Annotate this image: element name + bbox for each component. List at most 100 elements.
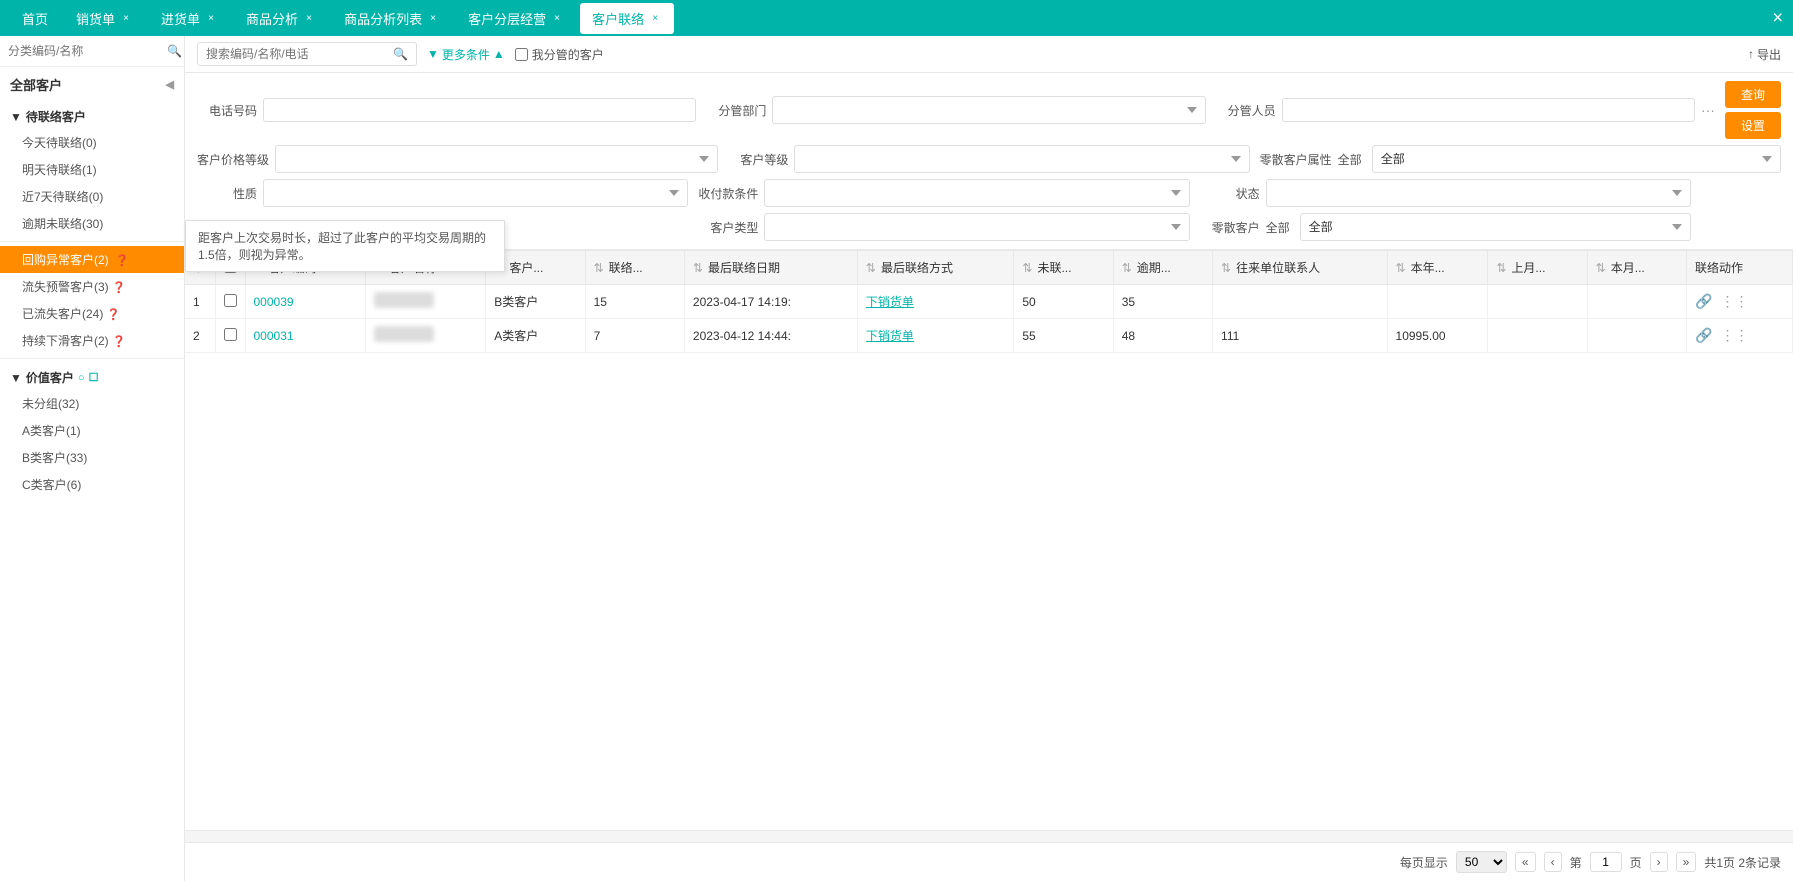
filter-customer-type-select[interactable]	[764, 213, 1189, 241]
per-page-label: 每页显示	[1400, 854, 1448, 871]
row-uncontacted: 50	[1014, 285, 1113, 319]
pending-group-title[interactable]: ▼ 待联络客户	[0, 102, 184, 129]
per-page-select[interactable]: 50 100 200	[1456, 851, 1507, 873]
value-group-settings-icon[interactable]: ☐	[89, 371, 99, 384]
query-button[interactable]: 查询	[1725, 81, 1781, 108]
sidebar-churned[interactable]: 已流失客户(24) ❓	[0, 300, 184, 327]
my-customers-checkbox-wrap[interactable]: 我分管的客户	[515, 46, 604, 63]
value-group-edit-icon[interactable]: ○	[78, 372, 85, 384]
filter-status: 状态	[1200, 179, 1691, 207]
sidebar-overdue-pending[interactable]: 逾期未联络(30)	[0, 210, 184, 237]
last-page-button[interactable]: »	[1676, 852, 1697, 872]
pagination: 每页显示 50 100 200 « ‹ 第 页 › » 共1页 2条记录	[185, 842, 1793, 881]
filter-payment-select[interactable]	[764, 179, 1189, 207]
nav-customer-tier-close[interactable]: ×	[550, 11, 564, 25]
main-search-input[interactable]	[206, 47, 393, 61]
more-conditions-arrow: ▲	[493, 47, 505, 61]
nav-purchase[interactable]: 进货单 ×	[149, 3, 230, 34]
nav-customer-contact[interactable]: 客户联络 ×	[580, 3, 674, 34]
row-select-checkbox[interactable]	[224, 328, 237, 341]
filter-phone-label: 电话号码	[197, 102, 257, 119]
settings-button[interactable]: 设置	[1725, 112, 1781, 139]
all-customers-header[interactable]: 全部客户 ◀	[0, 67, 184, 102]
filter-person-input[interactable]	[1282, 98, 1695, 122]
col-uncontacted-header[interactable]: ⇅未联...	[1014, 251, 1113, 285]
sidebar-b-customers[interactable]: B类客户(33)	[0, 444, 184, 471]
filter-payment: 收付款条件	[698, 179, 1189, 207]
filter-customer-level-label: 客户等级	[728, 151, 788, 168]
nav-product-analysis[interactable]: 商品分析 ×	[234, 3, 328, 34]
sidebar-declining[interactable]: 持续下滑客户(2) ❓	[0, 327, 184, 354]
col-overdue-header[interactable]: ⇅逾期...	[1113, 251, 1212, 285]
sidebar-search-input[interactable]	[8, 44, 163, 58]
next-page-button[interactable]: ›	[1650, 852, 1668, 872]
row-last-method[interactable]: 下销货单	[857, 285, 1013, 319]
filter-nature-select[interactable]	[263, 179, 688, 207]
filter-status-select[interactable]	[1266, 179, 1691, 207]
col-actions-header: 联络动作	[1687, 251, 1793, 285]
sidebar: 🔍 全部客户 ◀ ▼ 待联络客户 今天待联络(0) 明天待联络(1) 近7天待联…	[0, 36, 185, 881]
sidebar-repurchase-anomaly[interactable]: 回购异常客户(2) ❓	[0, 246, 184, 273]
col-last-date-header[interactable]: ⇅最后联络日期	[684, 251, 857, 285]
nav-product-analysis-list-close[interactable]: ×	[426, 11, 440, 25]
row-checkbox[interactable]	[215, 319, 245, 353]
more-conditions-label: 更多条件	[442, 46, 490, 63]
sidebar-sep2	[0, 358, 184, 359]
row-action-link-icon[interactable]: 🔗	[1695, 327, 1712, 344]
sidebar-search-icon[interactable]: 🔍	[167, 44, 182, 58]
filter-customer-level-select[interactable]	[794, 145, 1249, 173]
row-code[interactable]: 000031	[245, 319, 365, 353]
filter-phone-input[interactable]	[263, 98, 696, 122]
col-last-month-header[interactable]: ⇅上月...	[1488, 251, 1587, 285]
nav-product-analysis-list[interactable]: 商品分析列表 ×	[332, 3, 452, 34]
my-customers-checkbox[interactable]	[515, 48, 528, 61]
sidebar-today-pending[interactable]: 今天待联络(0)	[0, 129, 184, 156]
nav-sales[interactable]: 销货单 ×	[64, 3, 145, 34]
row-action-more-icon[interactable]: ⋮⋮	[1720, 327, 1748, 344]
more-conditions-button[interactable]: ▼ 更多条件 ▲	[427, 46, 505, 63]
close-all-button[interactable]: ×	[1772, 8, 1783, 29]
filter-retail-customer-select[interactable]: 全部	[1300, 213, 1691, 241]
row-checkbox[interactable]	[215, 285, 245, 319]
sidebar-tomorrow-pending[interactable]: 明天待联络(1)	[0, 156, 184, 183]
page-number-input[interactable]	[1590, 852, 1622, 872]
row-last-method[interactable]: 下销货单	[857, 319, 1013, 353]
filter-row-1: 电话号码 分管部门 分管人员 ··· 查询 设置	[197, 81, 1781, 139]
nav-sales-close[interactable]: ×	[119, 11, 133, 25]
value-group-arrow: ▼	[10, 371, 22, 385]
export-button[interactable]: ↑ 导出	[1748, 46, 1781, 63]
table-row: 1 000039 B类客户 15 2023-04-17 14:19: 下销货单 …	[185, 285, 1793, 319]
nav-customer-tier-label: 客户分层经营	[468, 9, 546, 28]
col-contact-header[interactable]: ⇅联络...	[585, 251, 684, 285]
nav-product-analysis-close[interactable]: ×	[302, 11, 316, 25]
value-group-title[interactable]: ▼ 价值客户 ○ ☐	[0, 363, 184, 390]
filter-price-level-select[interactable]	[275, 145, 718, 173]
row-action-link-icon[interactable]: 🔗	[1695, 293, 1712, 310]
sidebar-a-customers[interactable]: A类客户(1)	[0, 417, 184, 444]
col-this-month-header[interactable]: ⇅本月...	[1587, 251, 1686, 285]
main-search-icon[interactable]: 🔍	[393, 47, 408, 61]
row-select-checkbox[interactable]	[224, 294, 237, 307]
filter-dept-select[interactable]	[772, 96, 1205, 124]
col-last-method-header[interactable]: ⇅最后联络方式	[857, 251, 1013, 285]
col-contact2-header[interactable]: ⇅往来单位联系人	[1213, 251, 1388, 285]
nav-purchase-close[interactable]: ×	[204, 11, 218, 25]
row-code[interactable]: 000039	[245, 285, 365, 319]
person-more-dots[interactable]: ···	[1701, 102, 1715, 118]
nav-home[interactable]: 首页	[10, 3, 60, 34]
filter-retail-attr-select[interactable]: 全部	[1372, 145, 1781, 173]
nav-customer-contact-close[interactable]: ×	[648, 11, 662, 25]
sidebar-7day-pending[interactable]: 近7天待联络(0)	[0, 183, 184, 210]
sidebar-c-customers[interactable]: C类客户(6)	[0, 471, 184, 498]
row-this-year: 10995.00	[1387, 319, 1488, 353]
col-last-month-sort: ⇅	[1496, 261, 1506, 275]
prev-page-button[interactable]: ‹	[1544, 852, 1562, 872]
first-page-button[interactable]: «	[1515, 852, 1536, 872]
row-action-more-icon[interactable]: ⋮⋮	[1720, 293, 1748, 310]
sidebar-churn-warning[interactable]: 流失预警客户(3) ❓	[0, 273, 184, 300]
sidebar-ungrouped[interactable]: 未分组(32)	[0, 390, 184, 417]
pending-group-label: 待联络客户	[26, 108, 86, 125]
bottom-scrollbar[interactable]	[185, 830, 1793, 842]
col-this-year-header[interactable]: ⇅本年...	[1387, 251, 1488, 285]
nav-customer-tier[interactable]: 客户分层经营 ×	[456, 3, 576, 34]
